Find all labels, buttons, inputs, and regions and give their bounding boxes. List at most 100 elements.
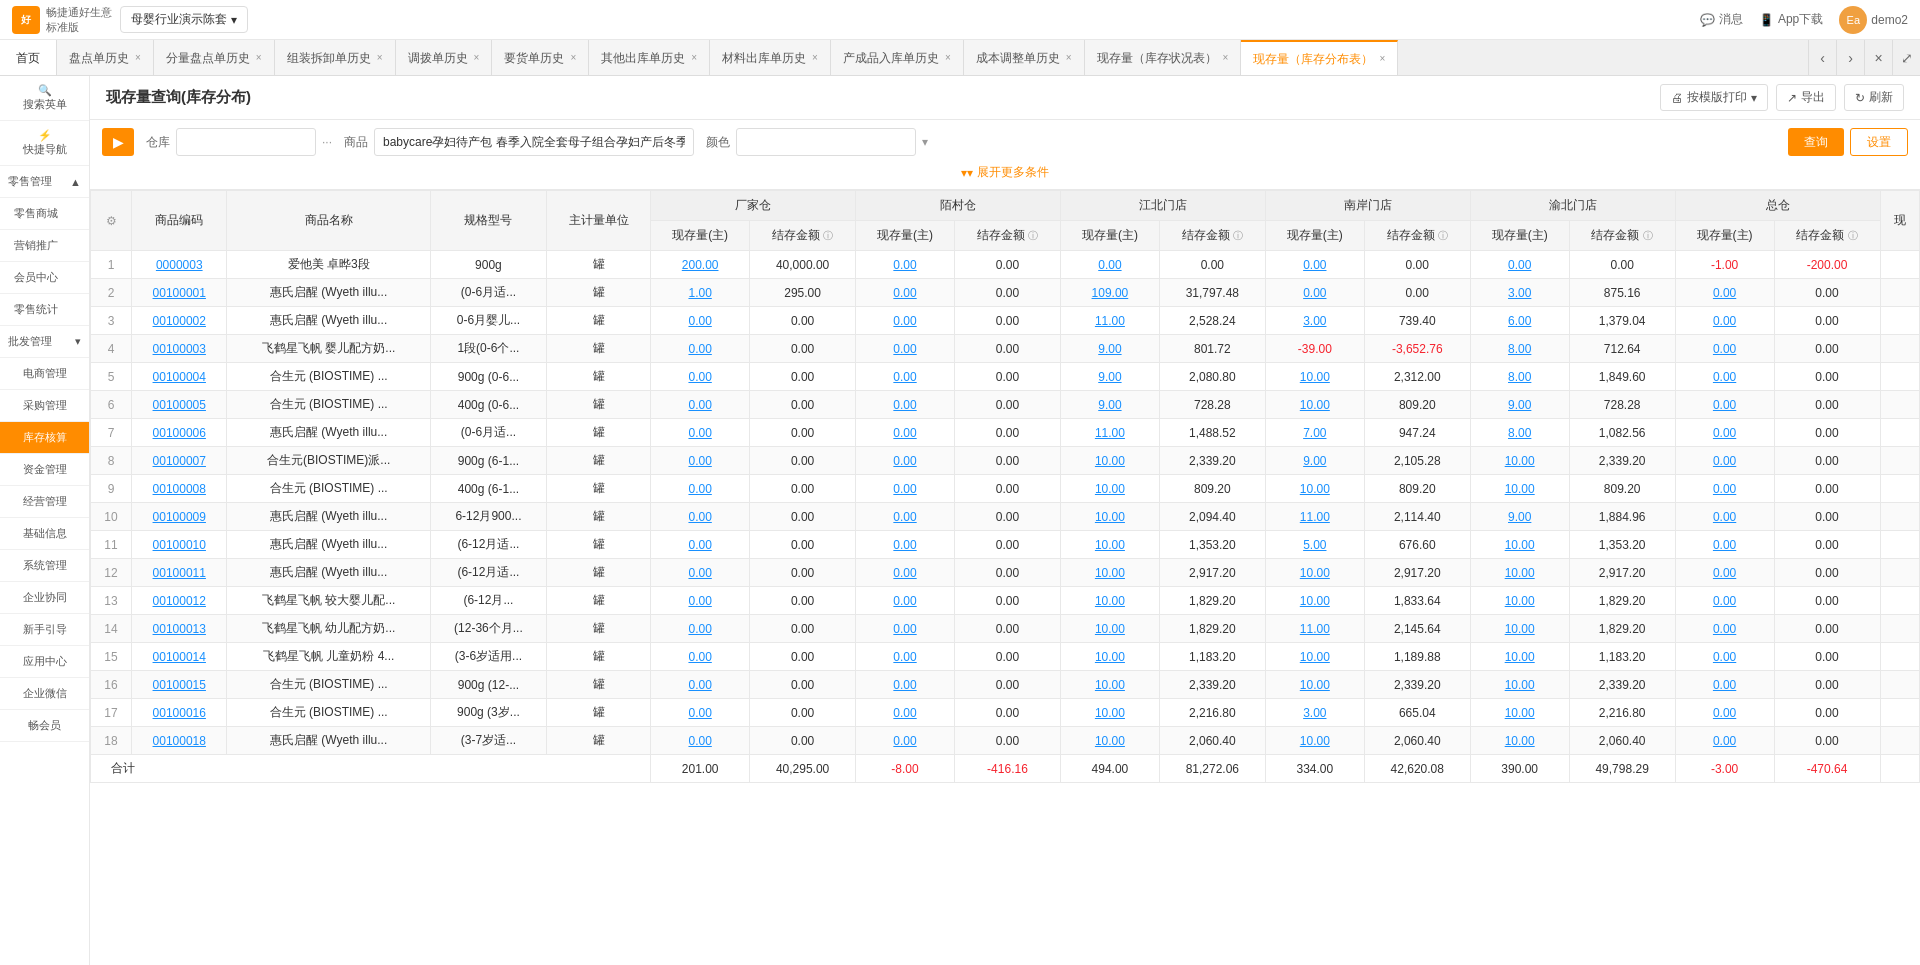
table-row: 6 00100005 合生元 (BIOSTIME) ... 400g (0-6.… — [91, 391, 1920, 419]
tab-close-clck[interactable]: × — [810, 40, 820, 76]
sidebar-item-retailshop[interactable]: 零售商城 — [0, 198, 89, 230]
tab-fenliang[interactable]: 分量盘点单历史 × — [154, 40, 275, 76]
app-download-button[interactable]: 📱 App下载 — [1759, 11, 1823, 28]
sidebar-item-basics[interactable]: 基础信息 — [0, 518, 89, 550]
tab-pandian[interactable]: 盘点单历史 × — [57, 40, 154, 76]
info-icon1: ⓘ — [823, 230, 833, 241]
tab-clck[interactable]: 材料出库单历史 × — [710, 40, 831, 76]
tab-fullscreen-button[interactable]: ⤢ — [1892, 40, 1920, 76]
tab-kczt[interactable]: 现存量（库存状况表） × — [1085, 40, 1242, 76]
sidebar-item-quicknav[interactable]: ⚡ 快捷导航 — [0, 121, 89, 166]
sidebar-item-inventory[interactable]: 库存核算 — [0, 422, 89, 454]
table-row: 17 00100016 合生元 (BIOSTIME) ... 900g (3岁.… — [91, 699, 1920, 727]
col-total-amt: 结存金额 ⓘ — [1774, 221, 1880, 251]
row-extra — [1880, 503, 1919, 531]
row-c5-amt: 1,379.04 — [1569, 307, 1675, 335]
row-c2-amt: 0.00 — [954, 391, 1060, 419]
user-menu[interactable]: Ea demo2 — [1839, 6, 1908, 34]
warehouse-dots-button[interactable]: ··· — [322, 135, 332, 149]
tab-close-cbtz[interactable]: × — [1064, 40, 1074, 76]
print-button[interactable]: 🖨 按模版打印 ▾ — [1660, 84, 1768, 111]
sidebar-item-ecommerce[interactable]: 电商管理 — [0, 358, 89, 390]
tab-prev-button[interactable]: ‹ — [1808, 40, 1836, 76]
row-total-qty: 0.00 — [1675, 447, 1774, 475]
tab-close-fenliang[interactable]: × — [254, 40, 264, 76]
row-total-amt: 0.00 — [1774, 727, 1880, 755]
expand-conditions-button[interactable]: ▾▾ 展开更多条件 — [961, 164, 1049, 181]
sidebar-item-marketing[interactable]: 营销推广 — [0, 230, 89, 262]
row-c2-amt: 0.00 — [954, 279, 1060, 307]
row-code: 00100007 — [132, 447, 227, 475]
row-c3-qty: 10.00 — [1061, 671, 1160, 699]
sidebar-item-member[interactable]: 会员中心 — [0, 262, 89, 294]
row-total-qty: 0.00 — [1675, 671, 1774, 699]
sidebar-item-retail[interactable]: 零售管理 ▲ — [0, 166, 89, 198]
tab-close-yaohuo[interactable]: × — [568, 40, 578, 76]
row-c2-qty: 0.00 — [856, 251, 955, 279]
filter-collapse-btn[interactable]: ▶ — [102, 128, 134, 156]
tab-close-ccrkd[interactable]: × — [943, 40, 953, 76]
refresh-button[interactable]: ↻ 刷新 — [1844, 84, 1904, 111]
col-settings[interactable]: ⚙ — [91, 191, 132, 251]
sidebar-item-wholesale[interactable]: 批发管理 ▾ — [0, 326, 89, 358]
color-input[interactable] — [736, 128, 916, 156]
settings-button[interactable]: 设置 — [1850, 128, 1908, 156]
sidebar-item-retailstats[interactable]: 零售统计 — [0, 294, 89, 326]
tab-next-button[interactable]: › — [1836, 40, 1864, 76]
sidebar-item-operations[interactable]: 经营管理 — [0, 486, 89, 518]
row-c1-qty: 0.00 — [651, 363, 750, 391]
tab-qtck[interactable]: 其他出库单历史 × — [589, 40, 710, 76]
tab-nav-buttons: ‹ › × ⤢ — [1808, 40, 1920, 76]
row-c4-qty: 11.00 — [1265, 615, 1364, 643]
row-c4-amt: 0.00 — [1364, 251, 1470, 279]
tab-tiaob[interactable]: 调拨单历史 × — [396, 40, 493, 76]
sidebar-item-search[interactable]: 🔍 搜索英单 — [0, 76, 89, 121]
product-input[interactable] — [374, 128, 694, 156]
sidebar-item-wechat[interactable]: 企业微信 — [0, 678, 89, 710]
tab-ccrkd[interactable]: 产成品入库单历史 × — [831, 40, 964, 76]
tab-close-qtck[interactable]: × — [689, 40, 699, 76]
filter-product: 商品 — [344, 128, 694, 156]
message-button[interactable]: 💬 消息 — [1700, 11, 1743, 28]
sidebar-item-newguide[interactable]: 新手引导 — [0, 614, 89, 646]
warehouse-input[interactable] — [176, 128, 316, 156]
row-c3-amt: 2,094.40 — [1159, 503, 1265, 531]
col-mucun-amt: 结存金额 ⓘ — [954, 221, 1060, 251]
tab-zucha[interactable]: 组装拆卸单历史 × — [275, 40, 396, 76]
row-c3-qty: 109.00 — [1061, 279, 1160, 307]
table-row: 10 00100009 惠氏启醒 (Wyeth illu... 6-12月900… — [91, 503, 1920, 531]
sidebar-item-appcenter[interactable]: 应用中心 — [0, 646, 89, 678]
industry-selector[interactable]: 母婴行业演示陈套 ▾ — [120, 6, 248, 33]
tab-home[interactable]: 首页 — [0, 40, 57, 76]
sidebar-item-system[interactable]: 系统管理 — [0, 550, 89, 582]
row-c2-qty: 0.00 — [856, 643, 955, 671]
export-button[interactable]: ↗ 导出 — [1776, 84, 1836, 111]
tab-close-all-button[interactable]: × — [1864, 40, 1892, 76]
sidebar-item-collab[interactable]: 企业协同 — [0, 582, 89, 614]
row-total-amt: 0.00 — [1774, 447, 1880, 475]
tab-close-zucha[interactable]: × — [375, 40, 385, 76]
query-button[interactable]: 查询 — [1788, 128, 1844, 156]
sidebar-item-finance[interactable]: 资金管理 — [0, 454, 89, 486]
row-spec: 1段(0-6个... — [430, 335, 546, 363]
row-c2-amt: 0.00 — [954, 447, 1060, 475]
row-name: 爱他美 卓晔3段 — [227, 251, 431, 279]
col-extra-header: 现 — [1880, 191, 1919, 251]
table-container: ⚙ 商品编码 商品名称 规格型号 主计量单位 厂家仓 陌村仓 江北门店 南岸门店… — [90, 190, 1920, 965]
row-total-qty: 0.00 — [1675, 727, 1774, 755]
tab-close-kczt[interactable]: × — [1221, 40, 1231, 76]
tab-kcfb[interactable]: 现存量（库存分布表） × — [1241, 40, 1398, 76]
top-bar-right: 💬 消息 📱 App下载 Ea demo2 — [1700, 6, 1908, 34]
row-code: 00100010 — [132, 531, 227, 559]
row-spec: 900g (0-6... — [430, 363, 546, 391]
tab-cbtz[interactable]: 成本调整单历史 × — [964, 40, 1085, 76]
sidebar-item-member2[interactable]: 畅会员 — [0, 710, 89, 742]
sidebar-item-purchase[interactable]: 采购管理 — [0, 390, 89, 422]
tab-close-kcfb[interactable]: × — [1377, 40, 1387, 76]
tab-yaohuo[interactable]: 要货单历史 × — [492, 40, 589, 76]
row-c4-qty: 10.00 — [1265, 671, 1364, 699]
row-c1-qty: 0.00 — [651, 475, 750, 503]
tab-close-tiaob[interactable]: × — [472, 40, 482, 76]
row-c5-amt: 2,339.20 — [1569, 447, 1675, 475]
tab-close-pandian[interactable]: × — [133, 40, 143, 76]
